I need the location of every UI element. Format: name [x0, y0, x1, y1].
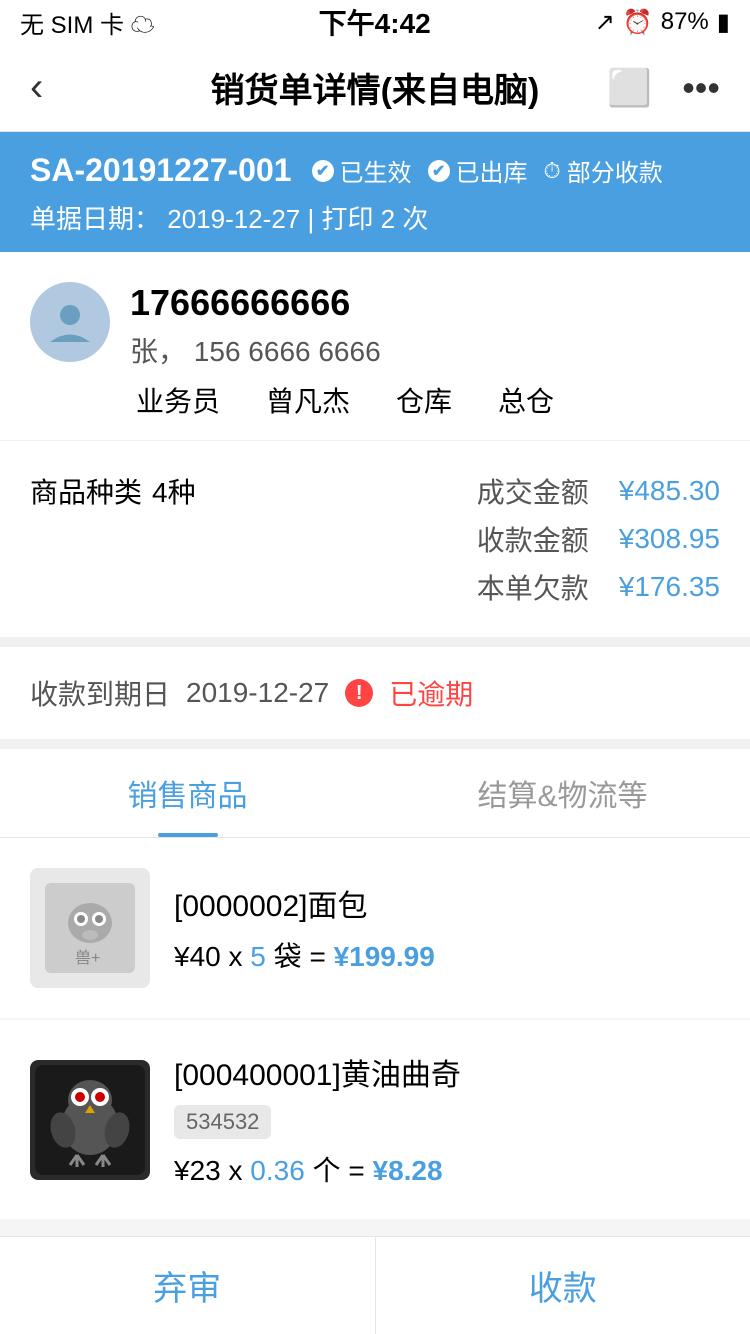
customer-id: 17666666666 — [130, 282, 720, 324]
status-dispatched-label: 已出库 — [456, 153, 528, 188]
page-title: 销货单详情(来自电脑) — [211, 63, 540, 112]
status-partial-label: 部分收款 — [567, 153, 663, 188]
date-label: 单据日期： — [30, 204, 160, 234]
product-total-1: ¥199.99 — [334, 941, 435, 972]
order-date: 2019-12-27 — [167, 204, 300, 234]
share-icon[interactable]: ⬜ — [607, 67, 652, 109]
owed-amount-value: ¥176.35 — [619, 571, 720, 603]
stats-section: 商品种类 4种 成交金额 ¥485.30 收款金额 ¥308.95 本单欠款 ¥… — [0, 441, 750, 647]
warehouse-label: 仓库 — [396, 380, 452, 420]
nav-actions: ⬜ ••• — [607, 67, 720, 109]
customer-meta: 业务员 曾凡杰 仓库 总仓 — [130, 380, 720, 420]
received-amount-label: 收款金额 — [477, 519, 589, 559]
product-type-count: 4种 — [152, 471, 196, 511]
status-dispatched: ✔ 已出库 — [428, 153, 528, 188]
status-right: ↗ ⏰ 87% ▮ — [595, 8, 730, 37]
status-effective: ✔ 已生效 — [312, 153, 412, 188]
status-tags: ✔ 已生效 ✔ 已出库 ⏱ 部分收款 — [312, 153, 663, 188]
alarm-icon: ⏰ — [623, 8, 653, 37]
product-type-stats: 商品种类 4种 — [30, 471, 196, 511]
due-date-section: 收款到期日 2019-12-27 ! 已逾期 — [0, 647, 750, 749]
salesperson-value: 曾凡杰 — [266, 380, 350, 420]
customer-phone-number: 156 6666 6666 — [194, 336, 381, 367]
product-item: 兽+ [0000002]面包 ¥40 x 5 袋 = ¥199.99 — [0, 838, 750, 1018]
avatar — [30, 282, 110, 362]
battery-level: 87% — [661, 8, 709, 36]
salesperson-label: 业务员 — [136, 380, 220, 420]
battery-icon: ▮ — [717, 8, 730, 37]
customer-section: 17666666666 张， 156 6666 6666 业务员 曾凡杰 仓库 … — [0, 252, 750, 441]
order-header-top: SA-20191227-001 ✔ 已生效 ✔ 已出库 ⏱ 部分收款 — [30, 152, 720, 189]
product-price-row-1: ¥40 x 5 袋 = ¥199.99 — [174, 935, 720, 975]
product-price-1: ¥40 — [174, 941, 221, 972]
owl-image — [30, 1060, 150, 1180]
owed-amount-label: 本单欠款 — [477, 567, 589, 607]
back-button[interactable]: ‹ — [30, 65, 63, 110]
warehouse-value: 总仓 — [498, 380, 554, 420]
customer-name-phone: 张， 156 6666 6666 — [130, 330, 720, 370]
svg-text:兽+: 兽+ — [75, 949, 100, 967]
more-icon[interactable]: ••• — [682, 67, 720, 109]
product-qty-1: 5 — [250, 941, 266, 972]
overdue-icon: ! — [345, 679, 373, 707]
status-time: 下午4:42 — [319, 2, 431, 42]
order-date-row: 单据日期： 2019-12-27 | 打印 2 次 — [30, 199, 720, 236]
status-partial-payment: ⏱ 部分收款 — [544, 153, 663, 188]
received-amount-value: ¥308.95 — [619, 523, 720, 555]
product-equals-2: = — [348, 1155, 372, 1186]
abandon-review-button[interactable]: 弃审 — [0, 1237, 376, 1334]
check-icon-1: ✔ — [312, 160, 334, 182]
overdue-label: 已逾期 — [389, 673, 473, 713]
total-amount-row: 成交金额 ¥485.30 — [477, 471, 720, 511]
product-unit-1: 袋 — [274, 941, 302, 972]
check-icon-2: ✔ — [428, 160, 450, 182]
sim-status: 无 SIM 卡 ☁ — [20, 5, 155, 40]
product-info-1: [0000002]面包 ¥40 x 5 袋 = ¥199.99 — [174, 881, 720, 975]
product-multiply-1: x — [229, 941, 251, 972]
product-info-2: [000400001]黄油曲奇 534532 ¥23 x 0.36 个 = ¥8… — [174, 1050, 720, 1189]
product-name-2: [000400001]黄油曲奇 — [174, 1050, 720, 1094]
received-amount-row: 收款金额 ¥308.95 — [477, 519, 720, 559]
status-bar: 无 SIM 卡 ☁ 下午4:42 ↗ ⏰ 87% ▮ — [0, 0, 750, 44]
product-sku-badge-2: 534532 — [174, 1105, 271, 1139]
bottom-bar: 弃审 收款 — [0, 1236, 750, 1334]
product-qty-2: 0.36 — [250, 1155, 305, 1186]
product-equals-1: = — [309, 941, 333, 972]
product-multiply-2: x — [229, 1155, 251, 1186]
status-left: 无 SIM 卡 ☁ — [20, 5, 155, 40]
product-type-label: 商品种类 — [30, 471, 142, 511]
owed-amount-row: 本单欠款 ¥176.35 — [477, 567, 720, 607]
nav-bar: ‹ 销货单详情(来自电脑) ⬜ ••• — [0, 44, 750, 132]
product-price-2: ¥23 — [174, 1155, 221, 1186]
collect-payment-button[interactable]: 收款 — [376, 1237, 750, 1334]
status-effective-label: 已生效 — [340, 153, 412, 188]
product-thumb-1: 兽+ — [30, 868, 150, 988]
due-date-label: 收款到期日 — [30, 673, 170, 713]
tab-sales-products-label: 销售商品 — [128, 771, 248, 815]
due-date-value: 2019-12-27 — [186, 677, 329, 709]
product-item-2: [000400001]黄油曲奇 534532 ¥23 x 0.36 个 = ¥8… — [0, 1020, 750, 1219]
product-list: 兽+ [0000002]面包 ¥40 x 5 袋 = ¥199.99 — [0, 838, 750, 1219]
tab-settlement-logistics-label: 结算&物流等 — [477, 771, 647, 815]
print-info: | 打印 2 次 — [307, 204, 428, 234]
clock-icon: ⏱ — [544, 158, 561, 184]
order-id: SA-20191227-001 — [30, 152, 292, 189]
amount-stats: 成交金额 ¥485.30 收款金额 ¥308.95 本单欠款 ¥176.35 — [477, 471, 720, 607]
order-header: SA-20191227-001 ✔ 已生效 ✔ 已出库 ⏱ 部分收款 单据日期：… — [0, 132, 750, 252]
tabs-container: 销售商品 结算&物流等 — [0, 749, 750, 838]
product-name-1: [0000002]面包 — [174, 881, 720, 925]
location-icon: ↗ — [595, 8, 615, 37]
tab-indicator — [158, 833, 218, 837]
total-amount-label: 成交金额 — [477, 471, 589, 511]
product-price-row-2: ¥23 x 0.36 个 = ¥8.28 — [174, 1149, 720, 1189]
product-total-2: ¥8.28 — [373, 1155, 443, 1186]
customer-name: 张， — [130, 336, 186, 367]
total-amount-value: ¥485.30 — [619, 475, 720, 507]
tab-settlement-logistics[interactable]: 结算&物流等 — [375, 749, 750, 837]
customer-info: 17666666666 张， 156 6666 6666 业务员 曾凡杰 仓库 … — [130, 282, 720, 420]
product-unit-2: 个 — [313, 1155, 341, 1186]
product-thumb-2 — [30, 1060, 150, 1180]
tab-sales-products[interactable]: 销售商品 — [0, 749, 375, 837]
